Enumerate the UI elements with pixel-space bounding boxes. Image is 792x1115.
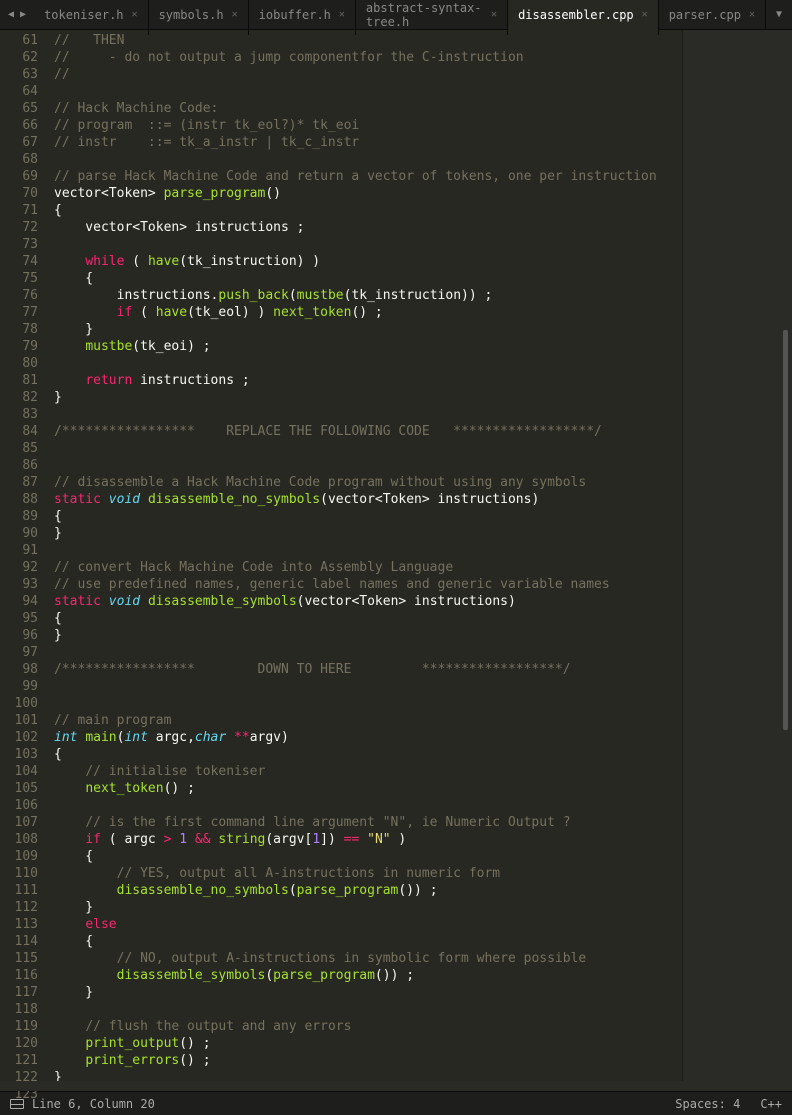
code-line[interactable]: while ( have(tk_instruction) ) [54, 253, 682, 270]
code-line[interactable] [54, 406, 682, 423]
tab-label: abstract-syntax-tree.h [366, 1, 483, 29]
code-line[interactable]: // - do not output a jump componentfor t… [54, 49, 682, 66]
tab-bar: ◀ ▶ tokeniser.h ✕ symbols.h ✕ iobuffer.h ✕ abs… [0, 0, 792, 30]
close-icon[interactable]: ✕ [232, 9, 238, 20]
indent-setting[interactable]: Spaces: 4 [675, 1097, 740, 1111]
code-line[interactable]: // flush the output and any errors [54, 1018, 682, 1035]
code-line[interactable]: vector<Token> parse_program() [54, 185, 682, 202]
code-line[interactable] [54, 457, 682, 474]
code-line[interactable]: { [54, 508, 682, 525]
code-line[interactable]: // use predefined names, generic label n… [54, 576, 682, 593]
code-line[interactable]: } [54, 321, 682, 338]
horizontal-scrollbar[interactable] [0, 1081, 792, 1091]
tab-next-icon[interactable]: ▶ [18, 7, 28, 22]
code-line[interactable]: { [54, 933, 682, 950]
code-line[interactable]: return instructions ; [54, 372, 682, 389]
code-line[interactable]: // program ::= (instr tk_eol?)* tk_eoi [54, 117, 682, 134]
code-line[interactable]: } [54, 899, 682, 916]
code-line[interactable]: // parse Hack Machine Code and return a … [54, 168, 682, 185]
code-line[interactable]: /***************** REPLACE THE FOLLOWING… [54, 423, 682, 440]
code-line[interactable] [54, 542, 682, 559]
code-line[interactable]: // Hack Machine Code: [54, 100, 682, 117]
code-line[interactable]: int main(int argc,char **argv) [54, 729, 682, 746]
code-line[interactable]: // main program [54, 712, 682, 729]
code-line[interactable]: // instr ::= tk_a_instr | tk_c_instr [54, 134, 682, 151]
code-line[interactable]: static void disassemble_symbols(vector<T… [54, 593, 682, 610]
code-line[interactable] [54, 797, 682, 814]
tab-prev-icon[interactable]: ◀ [6, 7, 16, 22]
tab-dropdown-icon[interactable]: ▼ [766, 9, 792, 20]
minimap-content [683, 30, 792, 38]
close-icon[interactable]: ✕ [132, 9, 138, 20]
minimap[interactable] [682, 30, 792, 1091]
tab-label: disassembler.cpp [518, 8, 634, 22]
code-line[interactable]: disassemble_no_symbols(parse_program()) … [54, 882, 682, 899]
code-line[interactable]: } [54, 627, 682, 644]
code-line[interactable]: // [54, 66, 682, 83]
tab-label: parser.cpp [669, 8, 741, 22]
code-line[interactable] [54, 83, 682, 100]
code-line[interactable]: // NO, output A-instructions in symbolic… [54, 950, 682, 967]
code-line[interactable]: // is the first command line argument "N… [54, 814, 682, 831]
code-line[interactable]: // disassemble a Hack Machine Code progr… [54, 474, 682, 491]
close-icon[interactable]: ✕ [642, 9, 648, 20]
code-line[interactable]: // YES, output all A-instructions in num… [54, 865, 682, 882]
code-line[interactable]: } [54, 389, 682, 406]
code-line[interactable]: { [54, 746, 682, 763]
panels-icon[interactable] [10, 1099, 24, 1109]
code-line[interactable]: disassemble_symbols(parse_program()) ; [54, 967, 682, 984]
code-line[interactable]: { [54, 610, 682, 627]
code-line[interactable]: instructions.push_back(mustbe(tk_instruc… [54, 287, 682, 304]
code-line[interactable]: { [54, 848, 682, 865]
code-line[interactable] [54, 1001, 682, 1018]
tab-nav: ◀ ▶ [0, 7, 34, 22]
minimap-viewport[interactable] [783, 330, 788, 730]
editor-area: 61 62 63 64 65 66 67 68 69 70 71 72 73 7… [0, 30, 792, 1091]
tab-label: symbols.h [159, 8, 224, 22]
code-line[interactable]: // initialise tokeniser [54, 763, 682, 780]
code-line[interactable] [54, 440, 682, 457]
code-line[interactable]: next_token() ; [54, 780, 682, 797]
code-editor[interactable]: // THEN// - do not output a jump compone… [48, 30, 682, 1091]
code-line[interactable] [54, 644, 682, 661]
tab-label: tokeniser.h [44, 8, 123, 22]
code-line[interactable]: print_output() ; [54, 1035, 682, 1052]
close-icon[interactable]: ✕ [749, 9, 755, 20]
language-mode[interactable]: C++ [760, 1097, 782, 1111]
code-line[interactable]: /***************** DOWN TO HERE ********… [54, 661, 682, 678]
code-line[interactable]: // THEN [54, 32, 682, 49]
code-line[interactable] [54, 678, 682, 695]
close-icon[interactable]: ✕ [491, 9, 497, 20]
code-line[interactable] [54, 151, 682, 168]
code-line[interactable]: mustbe(tk_eoi) ; [54, 338, 682, 355]
code-line[interactable]: print_errors() ; [54, 1052, 682, 1069]
code-line[interactable] [54, 236, 682, 253]
code-line[interactable]: // convert Hack Machine Code into Assemb… [54, 559, 682, 576]
tab-label: iobuffer.h [259, 8, 331, 22]
code-line[interactable]: { [54, 202, 682, 219]
code-line[interactable]: vector<Token> instructions ; [54, 219, 682, 236]
code-line[interactable]: if ( have(tk_eol) ) next_token() ; [54, 304, 682, 321]
code-line[interactable] [54, 355, 682, 372]
close-icon[interactable]: ✕ [339, 9, 345, 20]
code-line[interactable]: { [54, 270, 682, 287]
code-line[interactable]: if ( argc > 1 && string(argv[1]) == "N" … [54, 831, 682, 848]
code-line[interactable]: static void disassemble_no_symbols(vecto… [54, 491, 682, 508]
line-number-gutter: 61 62 63 64 65 66 67 68 69 70 71 72 73 7… [0, 30, 48, 1091]
code-line[interactable]: else [54, 916, 682, 933]
code-line[interactable]: } [54, 984, 682, 1001]
code-line[interactable] [54, 695, 682, 712]
code-line[interactable]: } [54, 525, 682, 542]
